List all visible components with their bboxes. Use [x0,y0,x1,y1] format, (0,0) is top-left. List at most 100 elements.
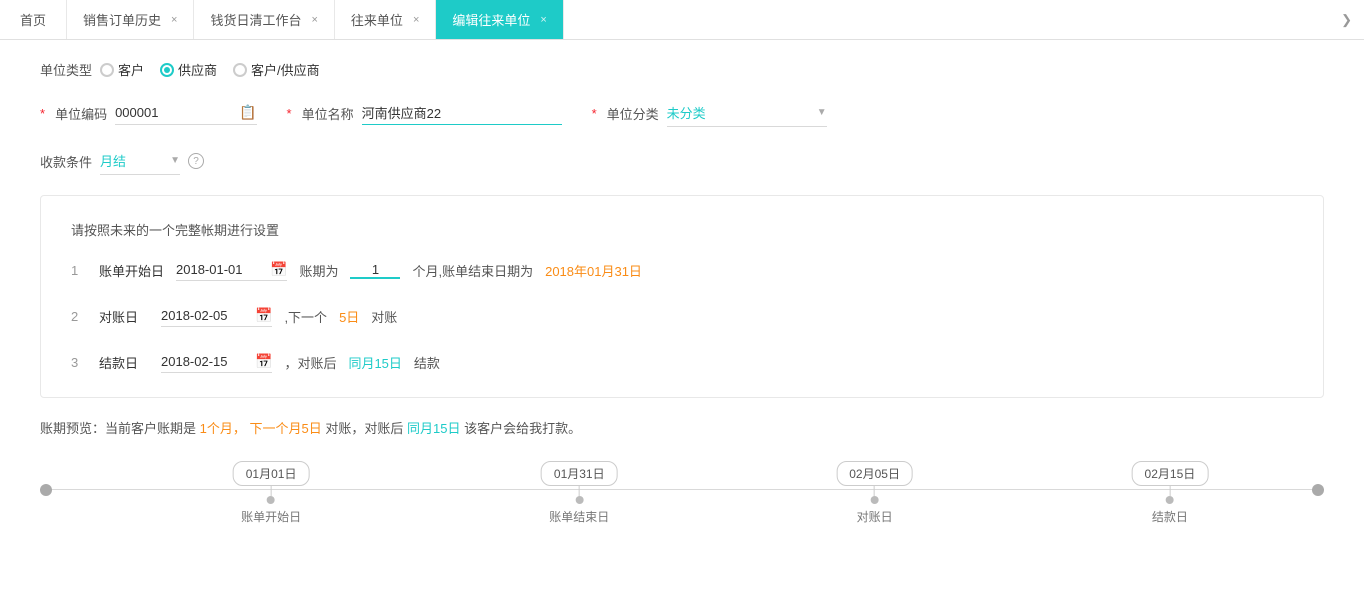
timeline-point-4: 02月15日 结款日 [1132,461,1209,525]
period-date-1: 📅 [176,259,287,281]
period-label-1: 账单开始日 [99,261,164,280]
timeline-connector-3 [874,486,875,496]
unit-code-group: * 单位编码 📋 [40,101,257,125]
unit-name-group: * 单位名称 [287,101,562,125]
preview-label: 账期预览：当前客户账期是 [40,421,196,436]
timeline-dot-4 [1166,496,1174,504]
timeline-label-2: 账单结束日 [549,508,609,525]
unit-info-row: * 单位编码 📋 * 单位名称 * 单位分类 未分类 ▼ [40,99,1324,127]
unit-name-label: 单位名称 [302,104,354,123]
timeline-connector-2 [579,486,580,496]
unit-type-label: 单位类型 [40,60,92,79]
payment-terms-group: 收款条件 月结 ▼ ? [40,147,204,175]
period-date-2: 📅 [161,305,272,327]
unit-code-input-wrapper: 📋 [115,101,256,125]
tab-bar: 首页 销售订单历史 × 钱货日清工作台 × 往来单位 × 编辑往来单位 × ❯ [0,0,1364,40]
timeline-dot-3 [871,496,879,504]
timeline-dot-1 [267,496,275,504]
timeline-dot-2 [575,496,583,504]
preview-part4: 同月15日 [407,421,460,436]
period-date-input-1[interactable] [176,262,266,277]
radio-customer-label: 客户 [118,60,144,79]
unit-type-group: 单位类型 客户 供应商 客户/供应商 [40,60,320,79]
unit-type-row: 单位类型 客户 供应商 客户/供应商 [40,60,1324,79]
radio-supplier[interactable]: 供应商 [160,60,217,79]
period-suffix-1a: 账期为 [299,261,338,280]
timeline-left-dot [40,484,52,496]
calendar-icon-3[interactable]: 📅 [255,353,272,370]
unit-name-required: * [287,106,292,121]
period-months-input[interactable] [350,262,400,279]
preview-part3: 对账，对账后 [325,421,403,436]
timeline-label-4: 结款日 [1152,508,1188,525]
unit-name-input[interactable] [362,101,562,125]
main-content: 单位类型 客户 供应商 客户/供应商 * 单位编码 [0,40,1364,608]
payment-terms-help-icon[interactable]: ? [188,153,204,169]
payment-terms-row: 收款条件 月结 ▼ ? [40,147,1324,175]
unit-category-arrow-icon: ▼ [817,107,827,118]
period-date-input-2[interactable] [161,308,251,323]
period-suffix-1b: 个月,账单结束日期为 [412,261,533,280]
preview-part5: 该客户会给我打款。 [464,421,581,436]
period-suffix-3b: 结款 [414,353,440,372]
period-payment-highlight: 同月15日 [348,353,401,372]
timeline-point-1: 01月01日 账单开始日 [233,461,310,525]
tab-partner-close[interactable]: × [413,14,419,26]
timeline-point-3: 02月05日 对账日 [836,461,913,525]
tab-sales-history[interactable]: 销售订单历史 × [67,0,194,39]
period-num-3: 3 [71,355,87,370]
payment-terms-value: 月结 [100,151,166,170]
timeline: 01月01日 账单开始日 01月31日 账单结束日 02月05日 对账日 02月… [40,461,1324,541]
tab-partner[interactable]: 往来单位 × [335,0,436,39]
radio-supplier-circle [160,63,174,77]
unit-category-required: * [592,106,597,121]
unit-code-copy-icon[interactable]: 📋 [239,104,256,121]
period-num-1: 1 [71,263,87,278]
tab-home[interactable]: 首页 [0,0,67,39]
payment-terms-arrow-icon: ▼ [170,155,180,166]
period-num-2: 2 [71,309,87,324]
period-suffix-2a: ,下一个 [284,307,327,326]
preview-text: 账期预览：当前客户账期是 1个月， 下一个月5日 对账，对账后 同月15日 该客… [40,418,1324,437]
timeline-point-2: 01月31日 账单结束日 [541,461,618,525]
timeline-label-3: 对账日 [857,508,893,525]
tab-edit-partner-close[interactable]: × [540,14,546,26]
period-end-date: 2018年01月31日 [545,261,642,280]
tab-cash-work[interactable]: 钱货日清工作台 × [194,0,334,39]
payment-terms-select[interactable]: 月结 ▼ [100,147,180,175]
unit-code-input[interactable] [115,101,235,124]
payment-terms-label: 收款条件 [40,152,92,171]
radio-customer-circle [100,63,114,77]
calendar-icon-2[interactable]: 📅 [255,307,272,324]
period-row-2: 2 对账日 📅 ,下一个 5日 对账 [71,305,1293,327]
unit-category-value: 未分类 [667,103,813,122]
unit-category-label: 单位分类 [607,104,659,123]
radio-both[interactable]: 客户/供应商 [233,60,320,79]
period-day-highlight: 5日 [339,307,359,326]
timeline-connector-4 [1169,486,1170,496]
period-suffix-2b: 对账 [371,307,397,326]
timeline-badge-2: 01月31日 [541,461,618,486]
radio-customer[interactable]: 客户 [100,60,144,79]
calendar-icon-1[interactable]: 📅 [270,261,287,278]
unit-category-group: * 单位分类 未分类 ▼ [592,99,827,127]
period-label-3: 结款日 [99,353,149,372]
preview-part2: 下一个月5日 [250,421,322,436]
period-date-input-3[interactable] [161,354,251,369]
tab-sales-history-close[interactable]: × [171,14,177,26]
unit-category-select[interactable]: 未分类 ▼ [667,99,827,127]
period-row-1: 1 账单开始日 📅 账期为 个月,账单结束日期为 2018年01月31日 [71,259,1293,281]
period-settings-title: 请按照未来的一个完整帐期进行设置 [71,220,1293,239]
radio-supplier-label: 供应商 [178,60,217,79]
timeline-label-1: 账单开始日 [241,508,301,525]
timeline-badge-1: 01月01日 [233,461,310,486]
period-label-2: 对账日 [99,307,149,326]
timeline-right-dot [1312,484,1324,496]
tab-cash-work-close[interactable]: × [311,14,317,26]
period-settings-box: 请按照未来的一个完整帐期进行设置 1 账单开始日 📅 账期为 个月,账单结束日期… [40,195,1324,398]
preview-part1: 1个月， [200,421,246,436]
tab-more-arrow[interactable]: ❯ [1329,0,1364,39]
tab-edit-partner[interactable]: 编辑往来单位 × [436,0,563,39]
radio-both-circle [233,63,247,77]
radio-group: 客户 供应商 客户/供应商 [100,60,320,79]
